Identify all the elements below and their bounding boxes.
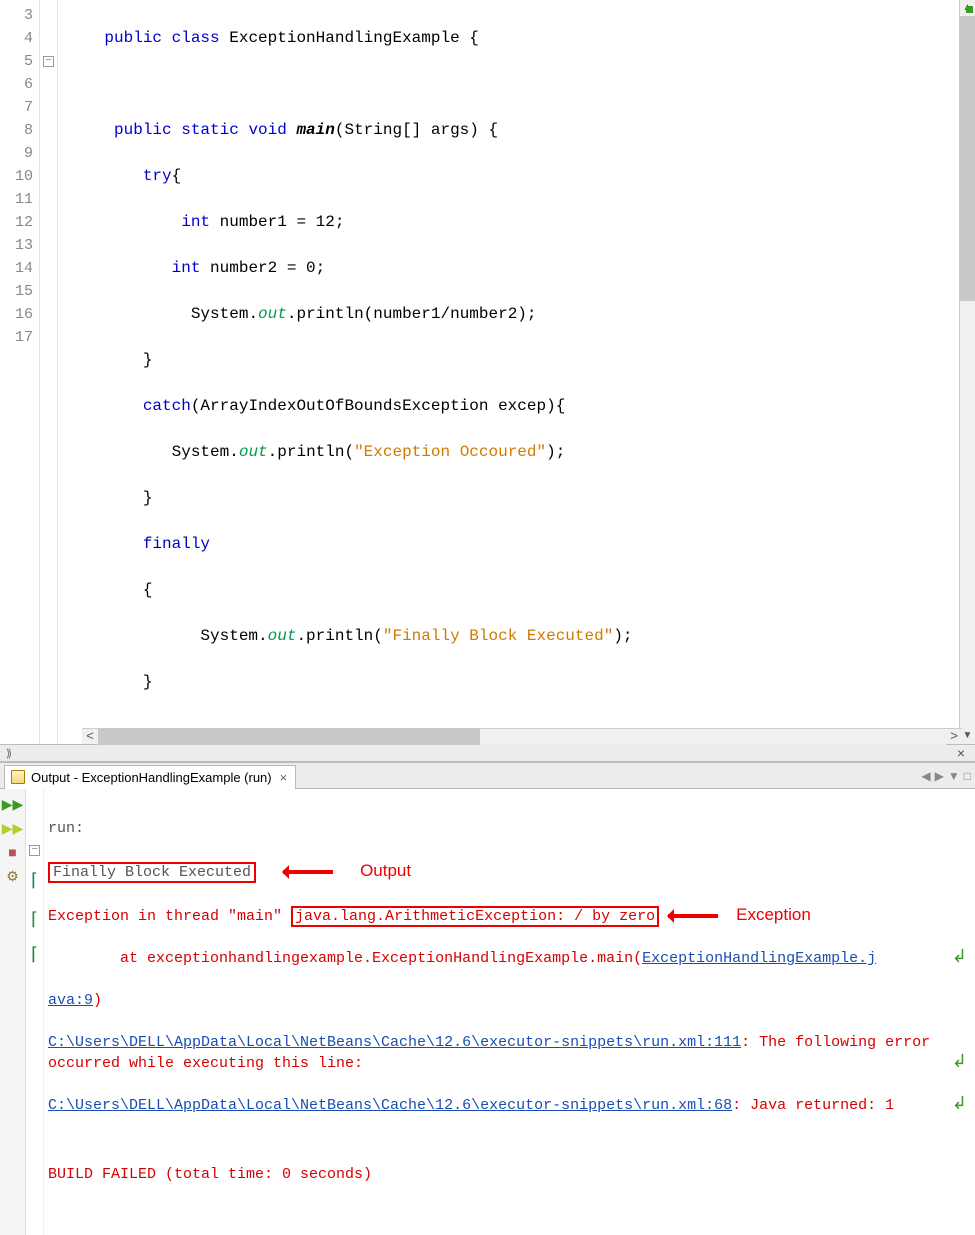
line-no: 15 xyxy=(0,280,33,303)
line-no: 10 xyxy=(0,165,33,188)
output-text[interactable]: run: Finally Block Executed Output Excep… xyxy=(44,789,975,1235)
close-icon[interactable]: × xyxy=(953,745,969,761)
output-line: ava:9) xyxy=(48,990,965,1011)
code-area[interactable]: public class ExceptionHandlingExample { … xyxy=(58,0,959,744)
line-no: 8 xyxy=(0,119,33,142)
code-line xyxy=(66,73,959,96)
tab-close-icon[interactable]: × xyxy=(278,768,290,787)
rerun-button[interactable]: ▶▶ xyxy=(4,795,22,813)
tab-controls: ◀ ▶ ▼ □ xyxy=(921,769,975,783)
line-no: 14 xyxy=(0,257,33,280)
scroll-right-icon[interactable]: > xyxy=(946,729,962,745)
line-no: 9 xyxy=(0,142,33,165)
line-gutter: 3 4 5 6 7 8 9 10 11 12 13 14 15 16 17 xyxy=(0,0,40,744)
output-line: C:\Users\DELL\AppData\Local\NetBeans\Cac… xyxy=(48,1095,965,1116)
panel-separator[interactable]: ⟫ × xyxy=(0,745,975,762)
output-line: BUILD FAILED (total time: 0 seconds) xyxy=(48,1164,965,1185)
code-line: int number2 = 0; xyxy=(66,257,959,280)
output-tabbar: Output - ExceptionHandlingExample (run) … xyxy=(0,763,975,789)
output-line: Exception in thread "main" java.lang.Ari… xyxy=(48,904,965,927)
code-line: System.out.println("Exception Occoured")… xyxy=(66,441,959,464)
line-no: 16 xyxy=(0,303,33,326)
fold-column: − xyxy=(40,0,58,744)
fold-toggle[interactable]: − xyxy=(43,56,54,67)
line-no: 4 xyxy=(0,27,33,50)
scroll-down-icon[interactable]: ▼ xyxy=(960,728,975,744)
tab-next-icon[interactable]: ▶ xyxy=(935,769,944,783)
scroll-thumb[interactable] xyxy=(960,16,975,301)
output-highlight: Finally Block Executed xyxy=(48,862,256,883)
line-no: 5 xyxy=(0,50,33,73)
line-no: 17 xyxy=(0,326,33,349)
expand-chevron-icon[interactable]: ⟫ xyxy=(6,747,12,760)
output-body: ▶▶ ▶▶ ■ ⚙ − ⌈ ⌈ ⌈ run: Finally Block Exe… xyxy=(0,789,975,1235)
maximize-icon[interactable]: ▼ xyxy=(948,769,960,783)
output-line: run: xyxy=(48,818,965,839)
stop-button[interactable]: ■ xyxy=(4,843,22,861)
code-line: int number1 = 12; xyxy=(66,211,959,234)
annotation-output: Output xyxy=(360,861,411,880)
code-line: public class ExceptionHandlingExample { xyxy=(66,27,959,50)
code-line: catch(ArrayIndexOutOfBoundsException exc… xyxy=(66,395,959,418)
output-tab-label: Output - ExceptionHandlingExample (run) xyxy=(31,770,272,785)
fold-toggle[interactable]: − xyxy=(29,845,40,856)
line-no: 3 xyxy=(0,4,33,27)
output-tab[interactable]: Output - ExceptionHandlingExample (run) … xyxy=(4,765,296,789)
settings-button[interactable]: ⚙ xyxy=(4,867,22,885)
file-link[interactable]: C:\Users\DELL\AppData\Local\NetBeans\Cac… xyxy=(48,1034,741,1051)
scroll-thumb[interactable] xyxy=(98,729,480,745)
output-line: at exceptionhandlingexample.ExceptionHan… xyxy=(48,948,965,969)
bracket-icon: ⌈ xyxy=(26,905,43,937)
bracket-icon: ⌈ xyxy=(26,937,43,975)
stack-link[interactable]: ExceptionHandlingExample.j xyxy=(642,950,876,967)
tab-prev-icon[interactable]: ◀ xyxy=(921,769,930,783)
line-no: 6 xyxy=(0,73,33,96)
output-icon xyxy=(11,770,25,784)
code-editor[interactable]: 3 4 5 6 7 8 9 10 11 12 13 14 15 16 17 − … xyxy=(0,0,975,745)
output-fold-column: − ⌈ ⌈ ⌈ xyxy=(26,789,44,1235)
code-line: finally xyxy=(66,533,959,556)
code-line: System.out.println("Finally Block Execut… xyxy=(66,625,959,648)
output-panel: Output - ExceptionHandlingExample (run) … xyxy=(0,762,975,1235)
line-no: 7 xyxy=(0,96,33,119)
output-line: C:\Users\DELL\AppData\Local\NetBeans\Cac… xyxy=(48,1032,965,1074)
annotation-exception: Exception xyxy=(736,905,811,924)
editor-horizontal-scrollbar[interactable]: < > xyxy=(82,728,962,744)
line-no: 13 xyxy=(0,234,33,257)
arrow-icon xyxy=(283,870,333,874)
code-line: } xyxy=(66,487,959,510)
dock-icon[interactable]: □ xyxy=(964,769,971,783)
scroll-left-icon[interactable]: < xyxy=(82,729,98,745)
bracket-icon: ⌈ xyxy=(26,860,43,905)
code-line: } xyxy=(66,671,959,694)
error-marker-icon[interactable] xyxy=(966,6,973,13)
code-line: { xyxy=(66,579,959,602)
code-line: try{ xyxy=(66,165,959,188)
code-line: } xyxy=(66,349,959,372)
line-no: 11 xyxy=(0,188,33,211)
editor-vertical-scrollbar[interactable]: ▲ ▼ xyxy=(959,0,975,744)
stack-link[interactable]: ava:9 xyxy=(48,992,93,1009)
file-link[interactable]: C:\Users\DELL\AppData\Local\NetBeans\Cac… xyxy=(48,1097,732,1114)
arrow-icon xyxy=(668,914,718,918)
output-line: Finally Block Executed Output xyxy=(48,860,965,883)
code-line: public static void main(String[] args) { xyxy=(66,119,959,142)
output-toolbar: ▶▶ ▶▶ ■ ⚙ xyxy=(0,789,26,1235)
line-no: 12 xyxy=(0,211,33,234)
code-line: System.out.println(number1/number2); xyxy=(66,303,959,326)
run-button[interactable]: ▶▶ xyxy=(4,819,22,837)
output-line xyxy=(48,1137,965,1143)
